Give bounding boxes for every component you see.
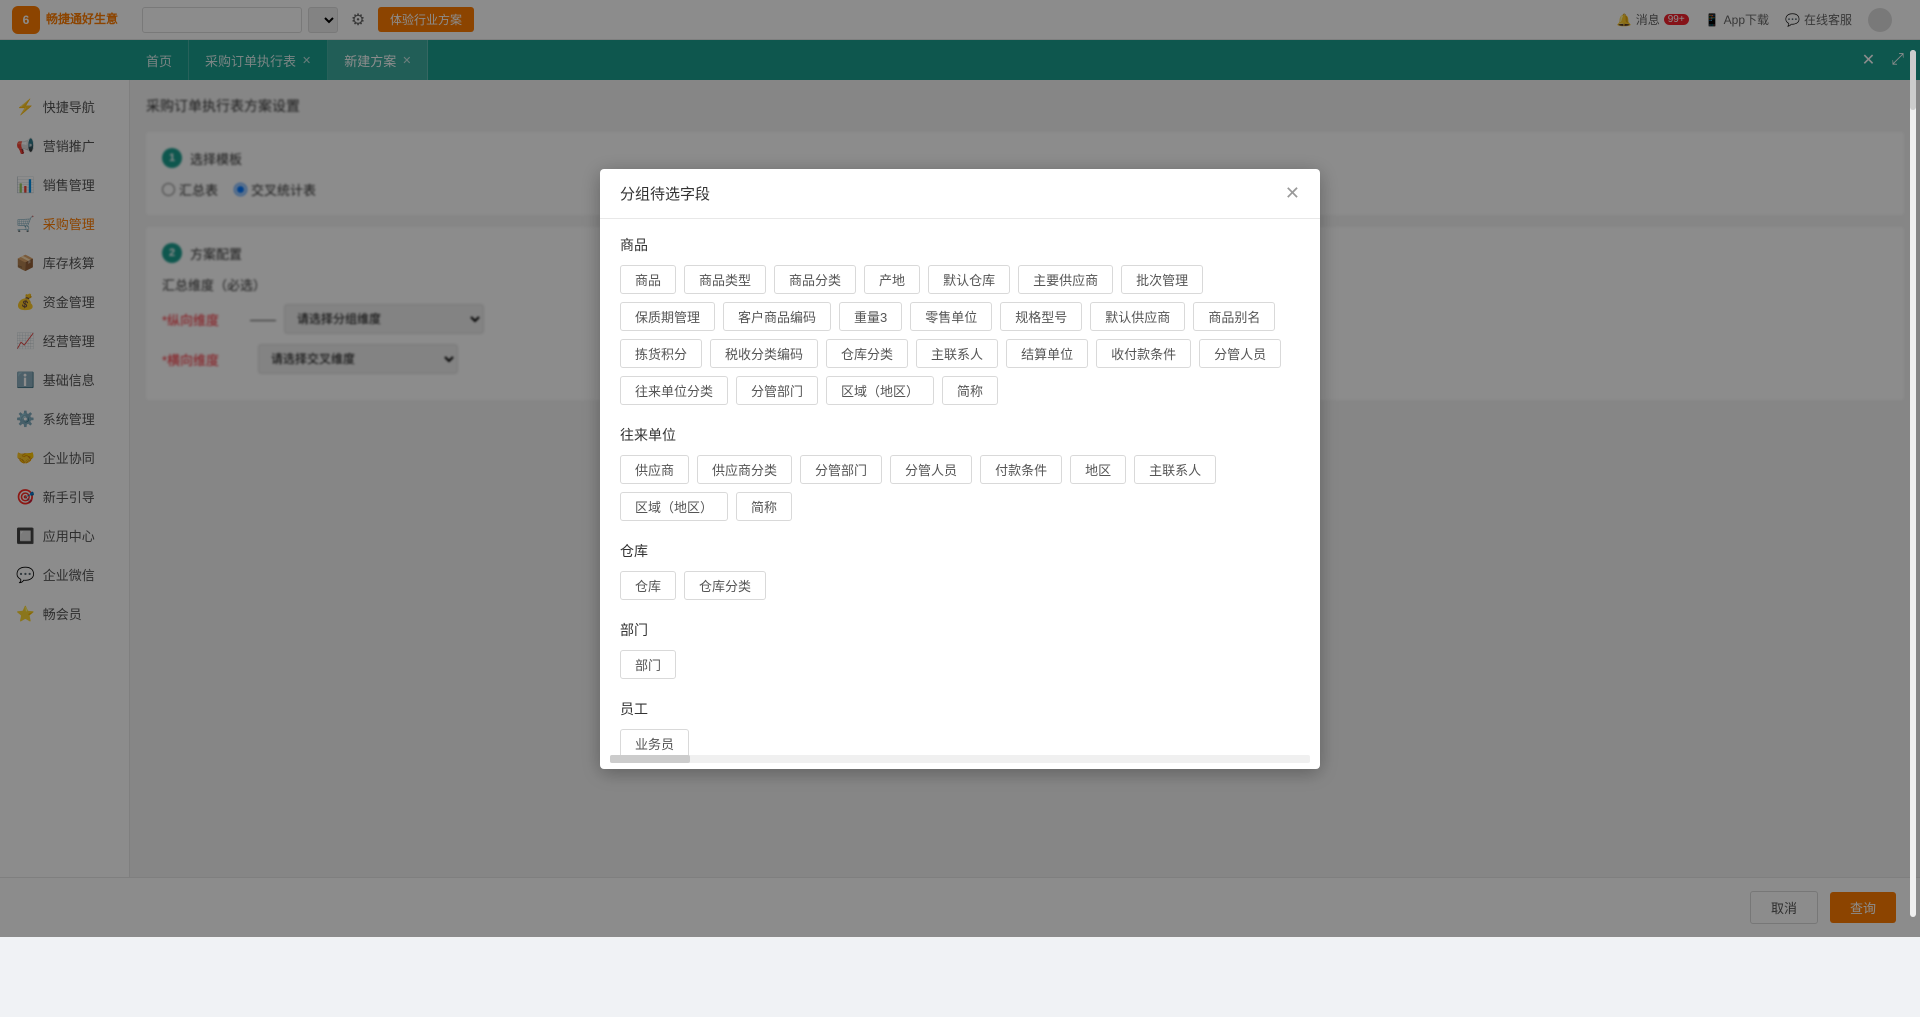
tag-payment-condition[interactable]: 付款条件: [980, 455, 1062, 484]
tag-payment-terms[interactable]: 收付款条件: [1096, 339, 1191, 368]
tag-weight[interactable]: 重量3: [839, 302, 902, 331]
tag-pick-points[interactable]: 拣货积分: [620, 339, 702, 368]
tag-region-counterpart[interactable]: 区域（地区）: [620, 492, 728, 521]
modal-header: 分组待选字段 ✕: [600, 169, 1320, 219]
tag-retail-unit[interactable]: 零售单位: [910, 302, 992, 331]
field-group-product: 商品 商品 商品类型 商品分类 产地 默认仓库 主要供应商 批次管理 保质期管理…: [620, 235, 1300, 405]
tag-default-warehouse[interactable]: 默认仓库: [928, 265, 1010, 294]
field-group-employee: 员工 业务员: [620, 699, 1300, 755]
product-tags: 商品 商品类型 商品分类 产地 默认仓库 主要供应商 批次管理 保质期管理 客户…: [620, 265, 1300, 405]
tag-batch-mgmt[interactable]: 批次管理: [1121, 265, 1203, 294]
field-group-employee-title: 员工: [620, 699, 1300, 719]
tag-supplier[interactable]: 供应商: [620, 455, 689, 484]
tag-main-contact[interactable]: 主联系人: [916, 339, 998, 368]
modal-vscroll-thumb: [1910, 50, 1916, 110]
modal-close-button[interactable]: ✕: [1285, 183, 1300, 204]
tag-warehouse[interactable]: 仓库: [620, 571, 676, 600]
tag-main-supplier[interactable]: 主要供应商: [1018, 265, 1113, 294]
tag-salesperson[interactable]: 业务员: [620, 729, 689, 755]
modal-hscroll[interactable]: [610, 755, 1310, 763]
tag-spec-model[interactable]: 规格型号: [1000, 302, 1082, 331]
tag-product-type[interactable]: 商品类型: [684, 265, 766, 294]
tag-manager[interactable]: 分管人员: [1199, 339, 1281, 368]
field-group-counterpart: 往来单位 供应商 供应商分类 分管部门 分管人员 付款条件 地区 主联系人 区域…: [620, 425, 1300, 521]
modal-vscroll-track: [1910, 50, 1916, 917]
tag-warehouse-category[interactable]: 仓库分类: [826, 339, 908, 368]
department-tags: 部门: [620, 650, 1300, 679]
tag-tax-code[interactable]: 税收分类编码: [710, 339, 818, 368]
tag-expiry-mgmt[interactable]: 保质期管理: [620, 302, 715, 331]
tag-product[interactable]: 商品: [620, 265, 676, 294]
modal-title: 分组待选字段: [620, 183, 710, 204]
tag-manager-counterpart[interactable]: 分管人员: [890, 455, 972, 484]
tag-counterpart-category[interactable]: 往来单位分类: [620, 376, 728, 405]
field-group-department: 部门 部门: [620, 620, 1300, 679]
modal-hscroll-thumb: [610, 755, 690, 763]
tag-main-contact-counterpart[interactable]: 主联系人: [1134, 455, 1216, 484]
tag-abbr-counterpart[interactable]: 简称: [736, 492, 792, 521]
field-group-counterpart-title: 往来单位: [620, 425, 1300, 445]
field-group-department-title: 部门: [620, 620, 1300, 640]
modal-overlay: 分组待选字段 ✕ 商品 商品 商品类型 商品分类 产地 默认仓库 主要供应商 批…: [0, 0, 1920, 937]
tag-region-product[interactable]: 区域（地区）: [826, 376, 934, 405]
tag-customer-code[interactable]: 客户商品编码: [723, 302, 831, 331]
modal-body: 商品 商品 商品类型 商品分类 产地 默认仓库 主要供应商 批次管理 保质期管理…: [600, 219, 1320, 755]
field-group-warehouse: 仓库 仓库 仓库分类: [620, 541, 1300, 600]
tag-abbr-product[interactable]: 简称: [942, 376, 998, 405]
modal-dialog: 分组待选字段 ✕ 商品 商品 商品类型 商品分类 产地 默认仓库 主要供应商 批…: [600, 169, 1320, 769]
tag-dept[interactable]: 分管部门: [736, 376, 818, 405]
field-group-warehouse-title: 仓库: [620, 541, 1300, 561]
tag-origin[interactable]: 产地: [864, 265, 920, 294]
tag-product-category[interactable]: 商品分类: [774, 265, 856, 294]
tag-supplier-category[interactable]: 供应商分类: [697, 455, 792, 484]
counterpart-tags: 供应商 供应商分类 分管部门 分管人员 付款条件 地区 主联系人 区域（地区） …: [620, 455, 1300, 521]
tag-default-supplier[interactable]: 默认供应商: [1090, 302, 1185, 331]
tag-warehouse-type[interactable]: 仓库分类: [684, 571, 766, 600]
employee-tags: 业务员: [620, 729, 1300, 755]
tag-department[interactable]: 部门: [620, 650, 676, 679]
tag-dept-counterpart[interactable]: 分管部门: [800, 455, 882, 484]
warehouse-tags: 仓库 仓库分类: [620, 571, 1300, 600]
tag-settlement-unit[interactable]: 结算单位: [1006, 339, 1088, 368]
tag-product-alias[interactable]: 商品别名: [1193, 302, 1275, 331]
field-group-product-title: 商品: [620, 235, 1300, 255]
tag-area[interactable]: 地区: [1070, 455, 1126, 484]
